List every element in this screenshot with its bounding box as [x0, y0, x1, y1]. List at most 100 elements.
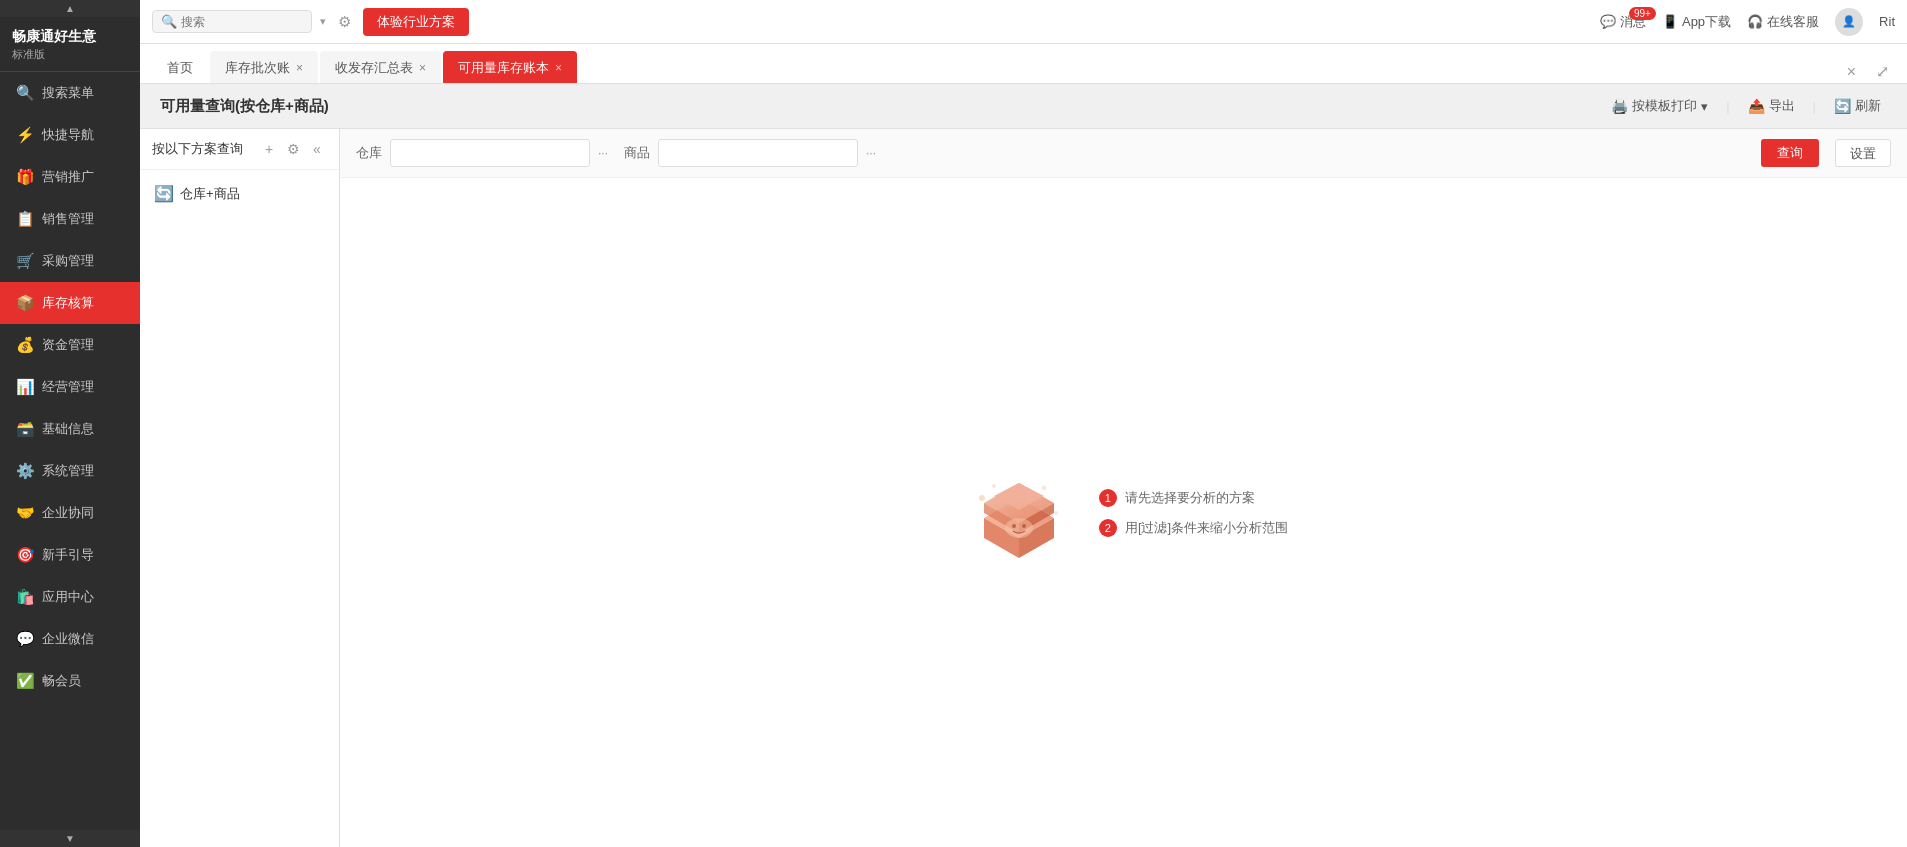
- sidebar-item-system[interactable]: ⚙️ 系统管理: [0, 450, 140, 492]
- right-panel: 仓库 ··· 商品 ··· 查询 设置: [340, 129, 1907, 847]
- trial-button[interactable]: 体验行业方案: [363, 8, 469, 36]
- sidebar-icon-operation: 📊: [16, 378, 34, 396]
- empty-tip-1: 1 请先选择要分析的方案: [1099, 489, 1288, 507]
- tab-available[interactable]: 可用量库存账本 ×: [443, 51, 577, 83]
- sidebar-item-search[interactable]: 🔍搜索菜单: [0, 72, 140, 114]
- svg-point-9: [1022, 524, 1026, 528]
- gear-icon[interactable]: ⚙: [338, 13, 351, 31]
- sidebar-item-marketing[interactable]: 🎁营销推广: [0, 156, 140, 198]
- sidebar-label-system: 系统管理: [42, 462, 94, 480]
- sidebar-icon-system: ⚙️: [16, 462, 34, 480]
- empty-tips: 1 请先选择要分析的方案 2 用[过滤]条件来缩小分析范围: [1099, 489, 1288, 537]
- sidebar-item-guide[interactable]: 🎯 新手引导: [0, 534, 140, 576]
- goods-more-button[interactable]: ···: [866, 146, 876, 160]
- tab-actions: × ⤢: [1841, 60, 1895, 83]
- sidebar-label-guide: 新手引导: [42, 546, 94, 564]
- version-label: 标准版: [12, 47, 128, 61]
- tab-summary[interactable]: 收发存汇总表 ×: [320, 51, 441, 83]
- sidebar-item-inventory[interactable]: 📦库存核算: [0, 282, 140, 324]
- company-name: 畅康通好生意: [12, 27, 128, 45]
- tab-batch-close[interactable]: ×: [296, 61, 303, 75]
- goods-input[interactable]: [658, 139, 858, 167]
- tab-available-close[interactable]: ×: [555, 61, 562, 75]
- sidebar-item-sales[interactable]: 📋销售管理: [0, 198, 140, 240]
- empty-tip-2: 2 用[过滤]条件来缩小分析范围: [1099, 519, 1288, 537]
- scheme-item-warehouse-goods[interactable]: 🔄 仓库+商品: [140, 176, 339, 211]
- svg-point-12: [992, 484, 996, 488]
- scheme-settings-button[interactable]: ⚙: [283, 139, 303, 159]
- scheme-header-label: 按以下方案查询: [152, 140, 243, 158]
- chevron-down-icon[interactable]: ▾: [320, 15, 326, 28]
- sidebar: ▲ 畅康通好生意 标准版 🔍搜索菜单⚡快捷导航🎁营销推广📋销售管理 🛒 采购管理 📦库…: [0, 0, 140, 847]
- sidebar-label-inventory: 库存核算: [42, 294, 94, 312]
- sidebar-icon-marketing: 🎁: [16, 168, 34, 186]
- empty-state: 1 请先选择要分析的方案 2 用[过滤]条件来缩小分析范围: [340, 178, 1907, 847]
- warehouse-more-button[interactable]: ···: [598, 146, 608, 160]
- tip-text-2: 用[过滤]条件来缩小分析范围: [1125, 519, 1288, 537]
- export-icon: 📤: [1748, 98, 1765, 114]
- query-button[interactable]: 查询: [1761, 139, 1819, 167]
- scheme-panel: 按以下方案查询 + ⚙ « 🔄 仓库+商品: [140, 129, 340, 847]
- sidebar-icon-sales: 📋: [16, 210, 34, 228]
- service-icon: 🎧: [1747, 14, 1763, 29]
- sidebar-icon-finance: 💰: [16, 336, 34, 354]
- tab-summary-close[interactable]: ×: [419, 61, 426, 75]
- sidebar-label-purchase: 采购管理: [42, 252, 94, 270]
- sidebar-item-purchase[interactable]: 🛒 采购管理: [0, 240, 140, 282]
- goods-label: 商品: [624, 144, 650, 162]
- setting-button[interactable]: 设置: [1835, 139, 1891, 167]
- sidebar-label-shortcut: 快捷导航: [42, 126, 94, 144]
- scheme-collapse-button[interactable]: «: [307, 139, 327, 159]
- search-box: 🔍: [152, 10, 312, 33]
- export-button[interactable]: 📤 导出: [1742, 94, 1801, 118]
- sidebar-icon-wechat: 💬: [16, 630, 34, 648]
- sidebar-scroll-up[interactable]: ▲: [0, 0, 140, 17]
- scheme-item-label: 仓库+商品: [180, 185, 240, 203]
- message-button[interactable]: 💬 消息 99+: [1600, 13, 1646, 31]
- sidebar-icon-guide: 🎯: [16, 546, 34, 564]
- username-label[interactable]: Rit: [1879, 14, 1895, 29]
- page-title: 可用量查询(按仓库+商品): [160, 97, 329, 116]
- close-all-tabs-button[interactable]: ×: [1841, 61, 1862, 83]
- page-actions: 🖨️ 按模板打印 ▾ | 📤 导出 | 🔄 刷新: [1605, 94, 1887, 118]
- sidebar-item-member[interactable]: ✅畅会员: [0, 660, 140, 702]
- service-label: 在线客服: [1767, 13, 1819, 31]
- tab-home[interactable]: 首页: [152, 51, 208, 83]
- tip-num-2: 2: [1099, 519, 1117, 537]
- sidebar-item-shortcut[interactable]: ⚡快捷导航: [0, 114, 140, 156]
- sidebar-icon-basic: 🗃️: [16, 420, 34, 438]
- sidebar-icon-appstore: 🛍️: [16, 588, 34, 606]
- online-service-button[interactable]: 🎧 在线客服: [1747, 13, 1819, 31]
- app-download-button[interactable]: 📱 App下载: [1662, 13, 1731, 31]
- print-button[interactable]: 🖨️ 按模板打印 ▾: [1605, 94, 1714, 118]
- tab-home-label: 首页: [167, 59, 193, 77]
- topbar: 🔍 ▾ ⚙ 体验行业方案 💬 消息 99+ 📱 App下载 🎧 在线客服 👤 R…: [140, 0, 1907, 44]
- sidebar-icon-purchase: 🛒: [16, 252, 34, 270]
- expand-icon[interactable]: ⤢: [1870, 60, 1895, 83]
- refresh-icon: 🔄: [1834, 98, 1851, 114]
- sidebar-item-finance[interactable]: 💰资金管理: [0, 324, 140, 366]
- sidebar-item-wechat[interactable]: 💬企业微信: [0, 618, 140, 660]
- tab-batch[interactable]: 库存批次账 ×: [210, 51, 318, 83]
- tip-num-1: 1: [1099, 489, 1117, 507]
- sidebar-item-enterprise[interactable]: 🤝 企业协同: [0, 492, 140, 534]
- refresh-label: 刷新: [1855, 97, 1881, 115]
- tab-bar: 首页 库存批次账 × 收发存汇总表 × 可用量库存账本 × × ⤢: [140, 44, 1907, 84]
- warehouse-label: 仓库: [356, 144, 382, 162]
- sidebar-item-appstore[interactable]: 🛍️应用中心: [0, 576, 140, 618]
- refresh-button[interactable]: 🔄 刷新: [1828, 94, 1887, 118]
- sidebar-label-search: 搜索菜单: [42, 84, 94, 102]
- sidebar-item-operation[interactable]: 📊经营管理: [0, 366, 140, 408]
- sidebar-icon-member: ✅: [16, 672, 34, 690]
- warehouse-input[interactable]: [390, 139, 590, 167]
- scheme-add-button[interactable]: +: [259, 139, 279, 159]
- sidebar-label-enterprise: 企业协同: [42, 504, 94, 522]
- tab-batch-label: 库存批次账: [225, 59, 290, 77]
- sidebar-item-basic[interactable]: 🗃️基础信息: [0, 408, 140, 450]
- tab-summary-label: 收发存汇总表: [335, 59, 413, 77]
- search-input[interactable]: [181, 15, 291, 29]
- page-header: 可用量查询(按仓库+商品) 🖨️ 按模板打印 ▾ | 📤 导出 | 🔄 刷新: [140, 84, 1907, 129]
- sidebar-icon-enterprise: 🤝: [16, 504, 34, 522]
- sidebar-scroll-down[interactable]: ▼: [0, 830, 140, 847]
- avatar[interactable]: 👤: [1835, 8, 1863, 36]
